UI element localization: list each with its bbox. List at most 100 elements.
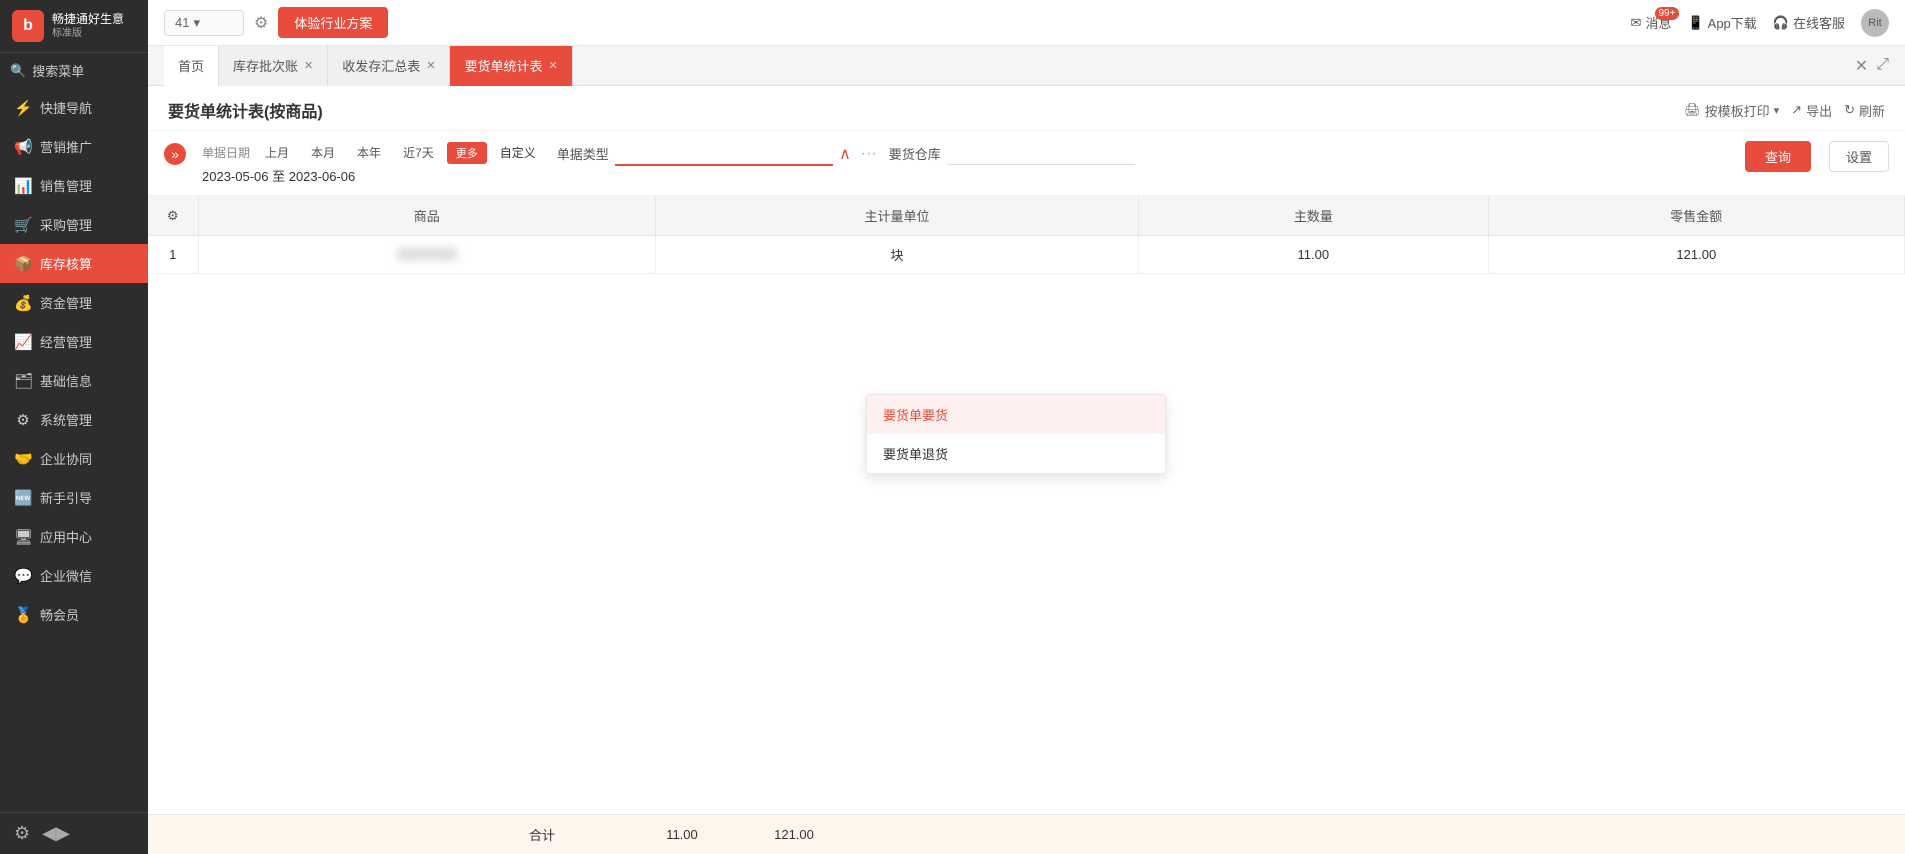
dropdown-item-order-return[interactable]: 要货单退货 bbox=[867, 434, 1165, 473]
table-settings-icon[interactable]: ⚙ bbox=[167, 208, 179, 223]
date-buttons: 上月 本月 本年 近7天 更多 自定义 bbox=[256, 141, 545, 164]
type-filter-collapse-icon[interactable]: ∧ bbox=[839, 144, 851, 164]
sidebar-item-finance[interactable]: 💰 资金管理 bbox=[0, 283, 148, 322]
sidebar-item-basic-info[interactable]: 🗂 基础信息 bbox=[0, 361, 148, 400]
tabs-bar: 首页 库存批次账 ✕ 收发存汇总表 ✕ 要货单统计表 ✕ ✕ ⤢ bbox=[148, 46, 1905, 86]
sidebar-item-inventory[interactable]: 📦 库存核算 bbox=[0, 244, 148, 283]
filter-expand-button[interactable]: » bbox=[164, 143, 186, 165]
warehouse-filter-label: 要货仓库 bbox=[889, 144, 941, 163]
type-filter-input[interactable] bbox=[615, 141, 833, 166]
tabs-actions: ✕ ⤢ bbox=[1855, 56, 1889, 76]
sidebar-item-sales[interactable]: 📊 销售管理 bbox=[0, 166, 148, 205]
refresh-button[interactable]: ↻ 刷新 bbox=[1844, 101, 1885, 120]
date-btn-this-year[interactable]: 本年 bbox=[348, 141, 390, 164]
main: 41 ▾ ⚙ 体验行业方案 ✉ 消息 99+ 📱 App下载 🎧 在线客服 Ri… bbox=[148, 0, 1905, 854]
sidebar-item-operations[interactable]: 📈 经营管理 bbox=[0, 322, 148, 361]
content: 要货单统计表(按商品) 🖨 按模板打印 ▾ ↗ 导出 ↻ 刷新 bbox=[148, 86, 1905, 854]
sidebar-item-quick-nav[interactable]: ⚡ 快捷导航 bbox=[0, 88, 148, 127]
chevron-down-icon: ▾ bbox=[193, 15, 200, 31]
sidebar-item-enterprise[interactable]: 🤝 企业协同 bbox=[0, 439, 148, 478]
sidebar-item-wechat[interactable]: 💬 企业微信 bbox=[0, 556, 148, 595]
settings-button[interactable]: 设置 bbox=[1829, 141, 1889, 172]
online-service-button[interactable]: 🎧 在线客服 bbox=[1773, 13, 1845, 32]
dropdown-item-order-goods[interactable]: 要货单要货 bbox=[867, 395, 1165, 434]
date-btn-7days[interactable]: 近7天 bbox=[394, 141, 443, 164]
close-inout-tab[interactable]: ✕ bbox=[426, 59, 435, 72]
type-filter-label: 单据类型 bbox=[557, 144, 609, 163]
print-button[interactable]: 🖨 按模板打印 ▾ bbox=[1684, 101, 1779, 120]
page-title: 要货单统计表(按商品) bbox=[168, 98, 323, 122]
export-button[interactable]: ↗ 导出 bbox=[1791, 101, 1832, 120]
page-actions: 🖨 按模板打印 ▾ ↗ 导出 ↻ 刷新 bbox=[1684, 101, 1885, 120]
row-goods bbox=[198, 236, 655, 274]
sidebar-settings-icon[interactable]: ⚙ bbox=[14, 823, 30, 844]
sidebar: b 畅捷通好生意 标准版 🔍 搜索菜单 ⚡ 快捷导航 📢 营销推广 📊 销售管理… bbox=[0, 0, 148, 854]
close-batch-tab[interactable]: ✕ bbox=[304, 59, 313, 72]
row-amount: 121.00 bbox=[1488, 236, 1904, 274]
row-unit: 块 bbox=[655, 236, 1138, 274]
topbar: 41 ▾ ⚙ 体验行业方案 ✉ 消息 99+ 📱 App下载 🎧 在线客服 Ri… bbox=[148, 0, 1905, 46]
sidebar-collapse-icon[interactable]: ◀▶ bbox=[42, 823, 70, 844]
query-button[interactable]: 查询 bbox=[1745, 141, 1811, 172]
sidebar-item-member[interactable]: 🏅 畅会员 bbox=[0, 595, 148, 634]
tab-order-stats[interactable]: 要货单统计表 ✕ bbox=[450, 46, 572, 86]
print-chevron-icon: ▾ bbox=[1774, 104, 1780, 117]
logo-text: 畅捷通好生意 标准版 bbox=[52, 12, 124, 41]
guide-icon: 🆕 bbox=[14, 489, 32, 507]
tab-inout[interactable]: 收发存汇总表 ✕ bbox=[328, 46, 450, 86]
sidebar-item-marketing[interactable]: 📢 营销推广 bbox=[0, 127, 148, 166]
type-filter-group: 单据类型 ∧ ··· bbox=[557, 141, 877, 166]
topbar-right: ✉ 消息 99+ 📱 App下载 🎧 在线客服 Rit bbox=[1631, 9, 1889, 37]
warehouse-filter-input[interactable] bbox=[947, 141, 1135, 165]
total-qty: 11.00 bbox=[642, 827, 722, 842]
date-btn-this-month[interactable]: 本月 bbox=[302, 141, 344, 164]
operations-icon: 📈 bbox=[14, 333, 32, 351]
app-download-button[interactable]: 📱 App下载 bbox=[1687, 13, 1756, 32]
close-all-tabs-icon[interactable]: ✕ bbox=[1855, 56, 1868, 76]
sidebar-item-appstore[interactable]: 🖥 应用中心 bbox=[0, 517, 148, 556]
date-btn-custom[interactable]: 自定义 bbox=[491, 141, 545, 164]
sidebar-search[interactable]: 🔍 搜索菜单 bbox=[0, 53, 148, 88]
total-amount: 121.00 bbox=[754, 827, 834, 842]
row-qty: 11.00 bbox=[1139, 236, 1489, 274]
date-btn-last-month[interactable]: 上月 bbox=[256, 141, 298, 164]
sidebar-item-system[interactable]: ⚙ 系统管理 bbox=[0, 400, 148, 439]
system-icon: ⚙ bbox=[14, 411, 32, 429]
industry-button[interactable]: 体验行业方案 bbox=[278, 7, 388, 38]
search-icon: 🔍 bbox=[10, 63, 26, 79]
goods-blurred bbox=[397, 247, 457, 261]
type-dropdown-popup: 要货单要货 要货单退货 bbox=[866, 394, 1166, 474]
download-icon: 📱 bbox=[1687, 15, 1703, 31]
member-icon: 🏅 bbox=[14, 606, 32, 624]
message-badge: 99+ bbox=[1655, 7, 1680, 20]
type-filter-row: 单据类型 ∧ ··· bbox=[557, 141, 877, 166]
sidebar-item-guide[interactable]: 🆕 新手引导 bbox=[0, 478, 148, 517]
date-range-display: 2023-05-06 至 2023-06-06 bbox=[202, 166, 545, 185]
row-no: 1 bbox=[148, 236, 198, 274]
tab-home[interactable]: 首页 bbox=[164, 46, 219, 86]
data-table: ⚙ 商品 主计量单位 主数量 零售金额 1 块 bbox=[148, 196, 1905, 274]
enterprise-icon: 🤝 bbox=[14, 450, 32, 468]
topbar-gear-icon[interactable]: ⚙ bbox=[254, 13, 268, 33]
expand-tabs-icon[interactable]: ⤢ bbox=[1876, 56, 1889, 76]
col-unit: 主计量单位 bbox=[655, 196, 1138, 236]
close-order-stats-tab[interactable]: ✕ bbox=[549, 59, 558, 72]
filter-bar: » 单据日期 上月 本月 本年 近7天 更多 自定义 bbox=[148, 131, 1905, 196]
sidebar-item-purchase[interactable]: 🛒 采购管理 bbox=[0, 205, 148, 244]
inventory-icon: 📦 bbox=[14, 255, 32, 273]
basic-info-icon: 🗂 bbox=[14, 372, 32, 390]
col-settings[interactable]: ⚙ bbox=[148, 196, 198, 236]
table-row: 1 块 11.00 121.00 bbox=[148, 236, 1905, 274]
date-btn-more[interactable]: 更多 bbox=[447, 142, 487, 164]
type-filter-more-icon[interactable]: ··· bbox=[861, 145, 877, 163]
sidebar-bottom: ⚙ ◀▶ bbox=[0, 812, 148, 854]
appstore-icon: 🖥 bbox=[14, 528, 32, 546]
tab-batch[interactable]: 库存批次账 ✕ bbox=[219, 46, 328, 86]
messages-button[interactable]: ✉ 消息 99+ bbox=[1631, 13, 1672, 32]
refresh-icon: ↻ bbox=[1844, 102, 1855, 118]
tab-selector[interactable]: 41 ▾ bbox=[164, 10, 244, 36]
avatar[interactable]: Rit bbox=[1861, 9, 1889, 37]
export-icon: ↗ bbox=[1791, 102, 1802, 118]
page-header: 要货单统计表(按商品) 🖨 按模板打印 ▾ ↗ 导出 ↻ 刷新 bbox=[148, 86, 1905, 131]
message-icon: ✉ bbox=[1631, 15, 1642, 31]
